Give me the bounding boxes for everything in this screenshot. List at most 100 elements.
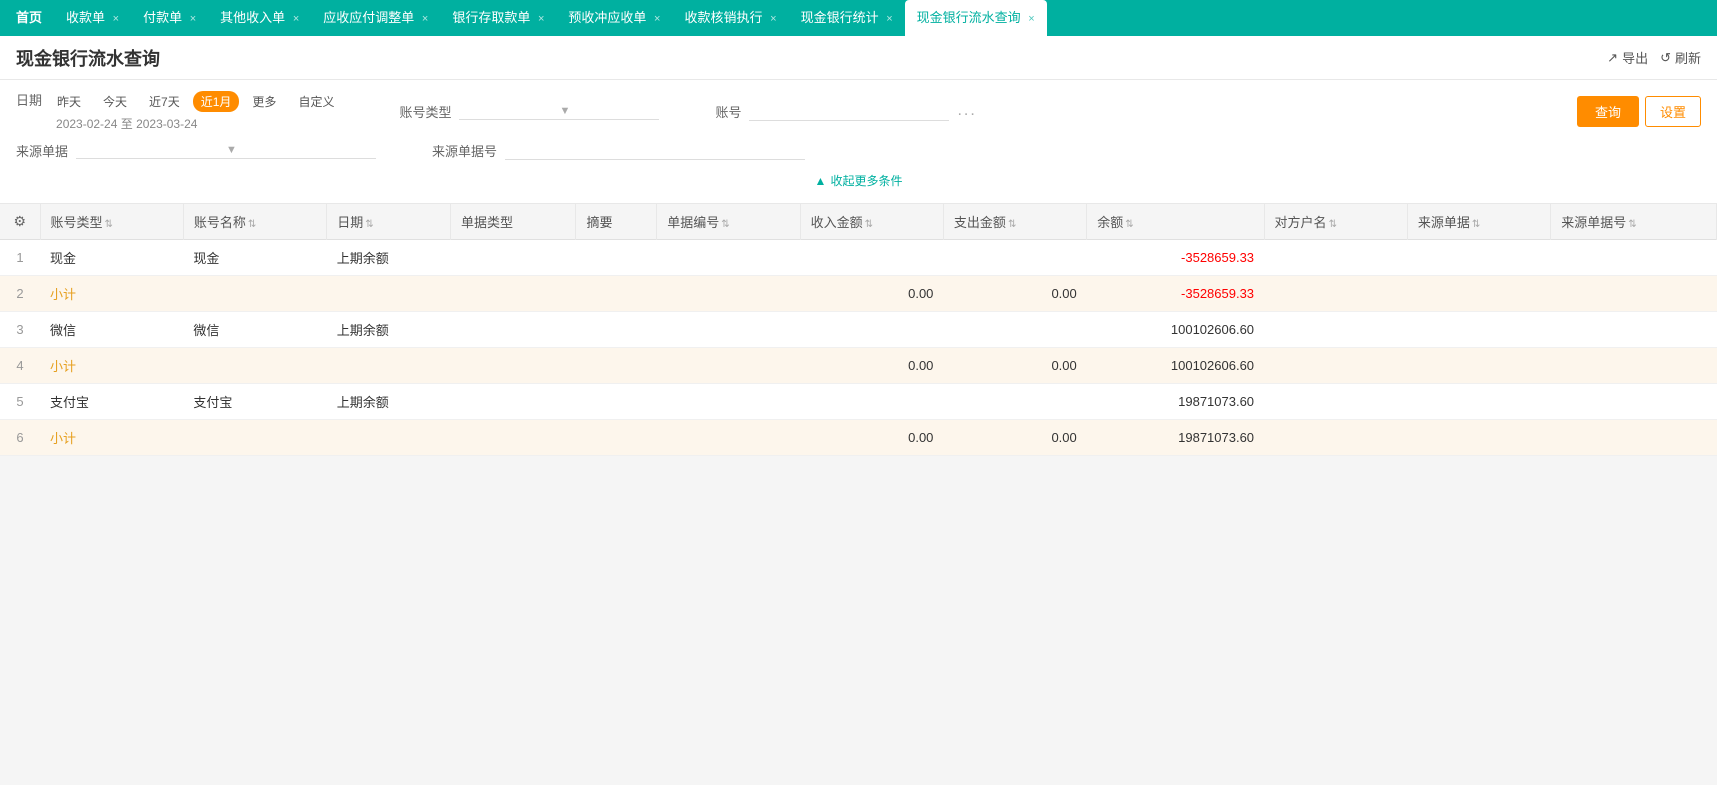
cell-source-doc xyxy=(1407,420,1550,456)
cell-counterpart xyxy=(1264,384,1407,420)
cell-expense xyxy=(943,384,1086,420)
cell-balance: 100102606.60 xyxy=(1087,348,1264,384)
data-table: ⚙ 账号类型⇅ 账号名称⇅ 日期⇅ 单据类型 摘要 单据编号⇅ 收入金额⇅ xyxy=(0,204,1717,456)
sort-icon-expense[interactable]: ⇅ xyxy=(1008,219,1016,230)
cell-counterpart xyxy=(1264,276,1407,312)
nav-tab-8[interactable]: 现金银行流水查询 × xyxy=(905,0,1047,36)
query-button[interactable]: 查询 xyxy=(1577,96,1639,127)
refresh-icon: ↺ xyxy=(1660,50,1671,66)
cell-summary xyxy=(576,348,657,384)
row-number: 3 xyxy=(0,312,40,348)
account-type-select[interactable]: ▼ xyxy=(459,103,659,120)
source-doc-num-input[interactable] xyxy=(505,140,805,160)
account-input[interactable] xyxy=(749,101,949,121)
cell-source-doc xyxy=(1407,348,1550,384)
settings-button[interactable]: 设置 xyxy=(1645,96,1701,127)
export-icon: ↗ xyxy=(1607,50,1618,66)
cell-date: 上期余额 xyxy=(327,240,451,276)
cell-date xyxy=(327,420,451,456)
nav-close-3[interactable]: × xyxy=(422,13,428,25)
cell-doc-type xyxy=(450,240,575,276)
cell-account-name xyxy=(183,348,326,384)
date-btn-1month[interactable]: 近1月 xyxy=(193,91,240,112)
nav-close-4[interactable]: × xyxy=(538,13,544,25)
cell-account-type: 小计 xyxy=(40,420,183,456)
th-account-type: 账号类型⇅ xyxy=(40,204,183,240)
nav-close-6[interactable]: × xyxy=(770,13,776,25)
cell-counterpart xyxy=(1264,420,1407,456)
cell-account-name xyxy=(183,276,326,312)
collapse-text: 收起更多条件 xyxy=(830,172,902,189)
source-doc-num-label: 来源单据号 xyxy=(432,141,497,160)
nav-close-7[interactable]: × xyxy=(886,13,892,25)
cell-source-doc xyxy=(1407,240,1550,276)
cell-income xyxy=(800,312,943,348)
export-button[interactable]: ↗ 导出 xyxy=(1607,48,1648,67)
sort-icon-source-doc[interactable]: ⇅ xyxy=(1472,219,1480,230)
cell-doc-num xyxy=(657,276,800,312)
table-container: ⚙ 账号类型⇅ 账号名称⇅ 日期⇅ 单据类型 摘要 单据编号⇅ 收入金额⇅ xyxy=(0,204,1717,456)
cell-doc-type xyxy=(450,420,575,456)
nav-close-1[interactable]: × xyxy=(190,13,196,25)
date-btn-today[interactable]: 今天 xyxy=(94,90,136,113)
date-range-selector: 昨天 今天 近7天 近1月 更多 自定义 xyxy=(48,90,343,113)
date-btn-7days[interactable]: 近7天 xyxy=(140,90,189,113)
cell-source-doc xyxy=(1407,384,1550,420)
nav-home[interactable]: 首页 xyxy=(4,0,54,36)
nav-close-0[interactable]: × xyxy=(113,13,119,25)
th-source-doc-num: 来源单据号⇅ xyxy=(1551,204,1717,240)
sort-icon-counterpart[interactable]: ⇅ xyxy=(1329,219,1337,230)
cell-expense: 0.00 xyxy=(943,420,1086,456)
nav-tab-0[interactable]: 收款单 × xyxy=(54,0,131,36)
source-doc-arrow: ▼ xyxy=(226,144,372,156)
nav-tab-5[interactable]: 预收冲应收单 × xyxy=(556,0,672,36)
cell-doc-type xyxy=(450,348,575,384)
nav-tab-3[interactable]: 应收应付调整单 × xyxy=(311,0,440,36)
date-btn-more[interactable]: 更多 xyxy=(243,90,285,113)
th-gear[interactable]: ⚙ xyxy=(0,204,40,240)
cell-account-type: 小计 xyxy=(40,276,183,312)
date-label: 日期 xyxy=(16,90,42,109)
cell-doc-num xyxy=(657,312,800,348)
sort-icon-source-doc-num[interactable]: ⇅ xyxy=(1628,219,1636,230)
date-btn-custom[interactable]: 自定义 xyxy=(289,90,343,113)
sort-icon-income[interactable]: ⇅ xyxy=(865,219,873,230)
cell-account-type: 微信 xyxy=(40,312,183,348)
nav-tab-6[interactable]: 收款核销执行 × xyxy=(672,0,788,36)
cell-balance: -3528659.33 xyxy=(1087,276,1264,312)
cell-balance: -3528659.33 xyxy=(1087,240,1264,276)
table-row: 6小计0.000.0019871073.60 xyxy=(0,420,1717,456)
nav-tab-1[interactable]: 付款单 × xyxy=(131,0,208,36)
sort-icon-account-name[interactable]: ⇅ xyxy=(248,219,256,230)
sort-icon-balance[interactable]: ⇅ xyxy=(1125,219,1133,230)
nav-close-2[interactable]: × xyxy=(293,13,299,25)
sort-icon-account-type[interactable]: ⇅ xyxy=(105,219,113,230)
row-number: 6 xyxy=(0,420,40,456)
refresh-button[interactable]: ↺ 刷新 xyxy=(1660,48,1701,67)
cell-source-doc-num xyxy=(1551,276,1717,312)
cell-doc-type xyxy=(450,312,575,348)
source-doc-select[interactable]: ▼ xyxy=(76,142,376,159)
cell-account-type: 支付宝 xyxy=(40,384,183,420)
th-source-doc: 来源单据⇅ xyxy=(1407,204,1550,240)
sort-icon-date[interactable]: ⇅ xyxy=(365,219,373,230)
filter-area: 日期 昨天 今天 近7天 近1月 更多 自定义 2023-02-24 至 202… xyxy=(0,80,1717,204)
nav-close-8[interactable]: × xyxy=(1028,13,1034,25)
nav-tab-4[interactable]: 银行存取款单 × xyxy=(440,0,556,36)
cell-account-type: 小计 xyxy=(40,348,183,384)
date-filter-group: 日期 昨天 今天 近7天 近1月 更多 自定义 2023-02-24 至 202… xyxy=(16,90,343,132)
table-row: 2小计0.000.00-3528659.33 xyxy=(0,276,1717,312)
account-dots[interactable]: ... xyxy=(957,102,976,120)
nav-tab-2[interactable]: 其他收入单 × xyxy=(208,0,311,36)
gear-icon[interactable]: ⚙ xyxy=(13,213,26,229)
table-row: 4小计0.000.00100102606.60 xyxy=(0,348,1717,384)
collapse-bar[interactable]: ▲ 收起更多条件 xyxy=(16,168,1701,193)
row-number: 2 xyxy=(0,276,40,312)
row-number: 5 xyxy=(0,384,40,420)
nav-close-5[interactable]: × xyxy=(654,13,660,25)
cell-source-doc xyxy=(1407,276,1550,312)
date-btn-yesterday[interactable]: 昨天 xyxy=(48,90,90,113)
nav-tab-7[interactable]: 现金银行统计 × xyxy=(789,0,905,36)
cell-source-doc-num xyxy=(1551,240,1717,276)
sort-icon-doc-num[interactable]: ⇅ xyxy=(721,219,729,230)
